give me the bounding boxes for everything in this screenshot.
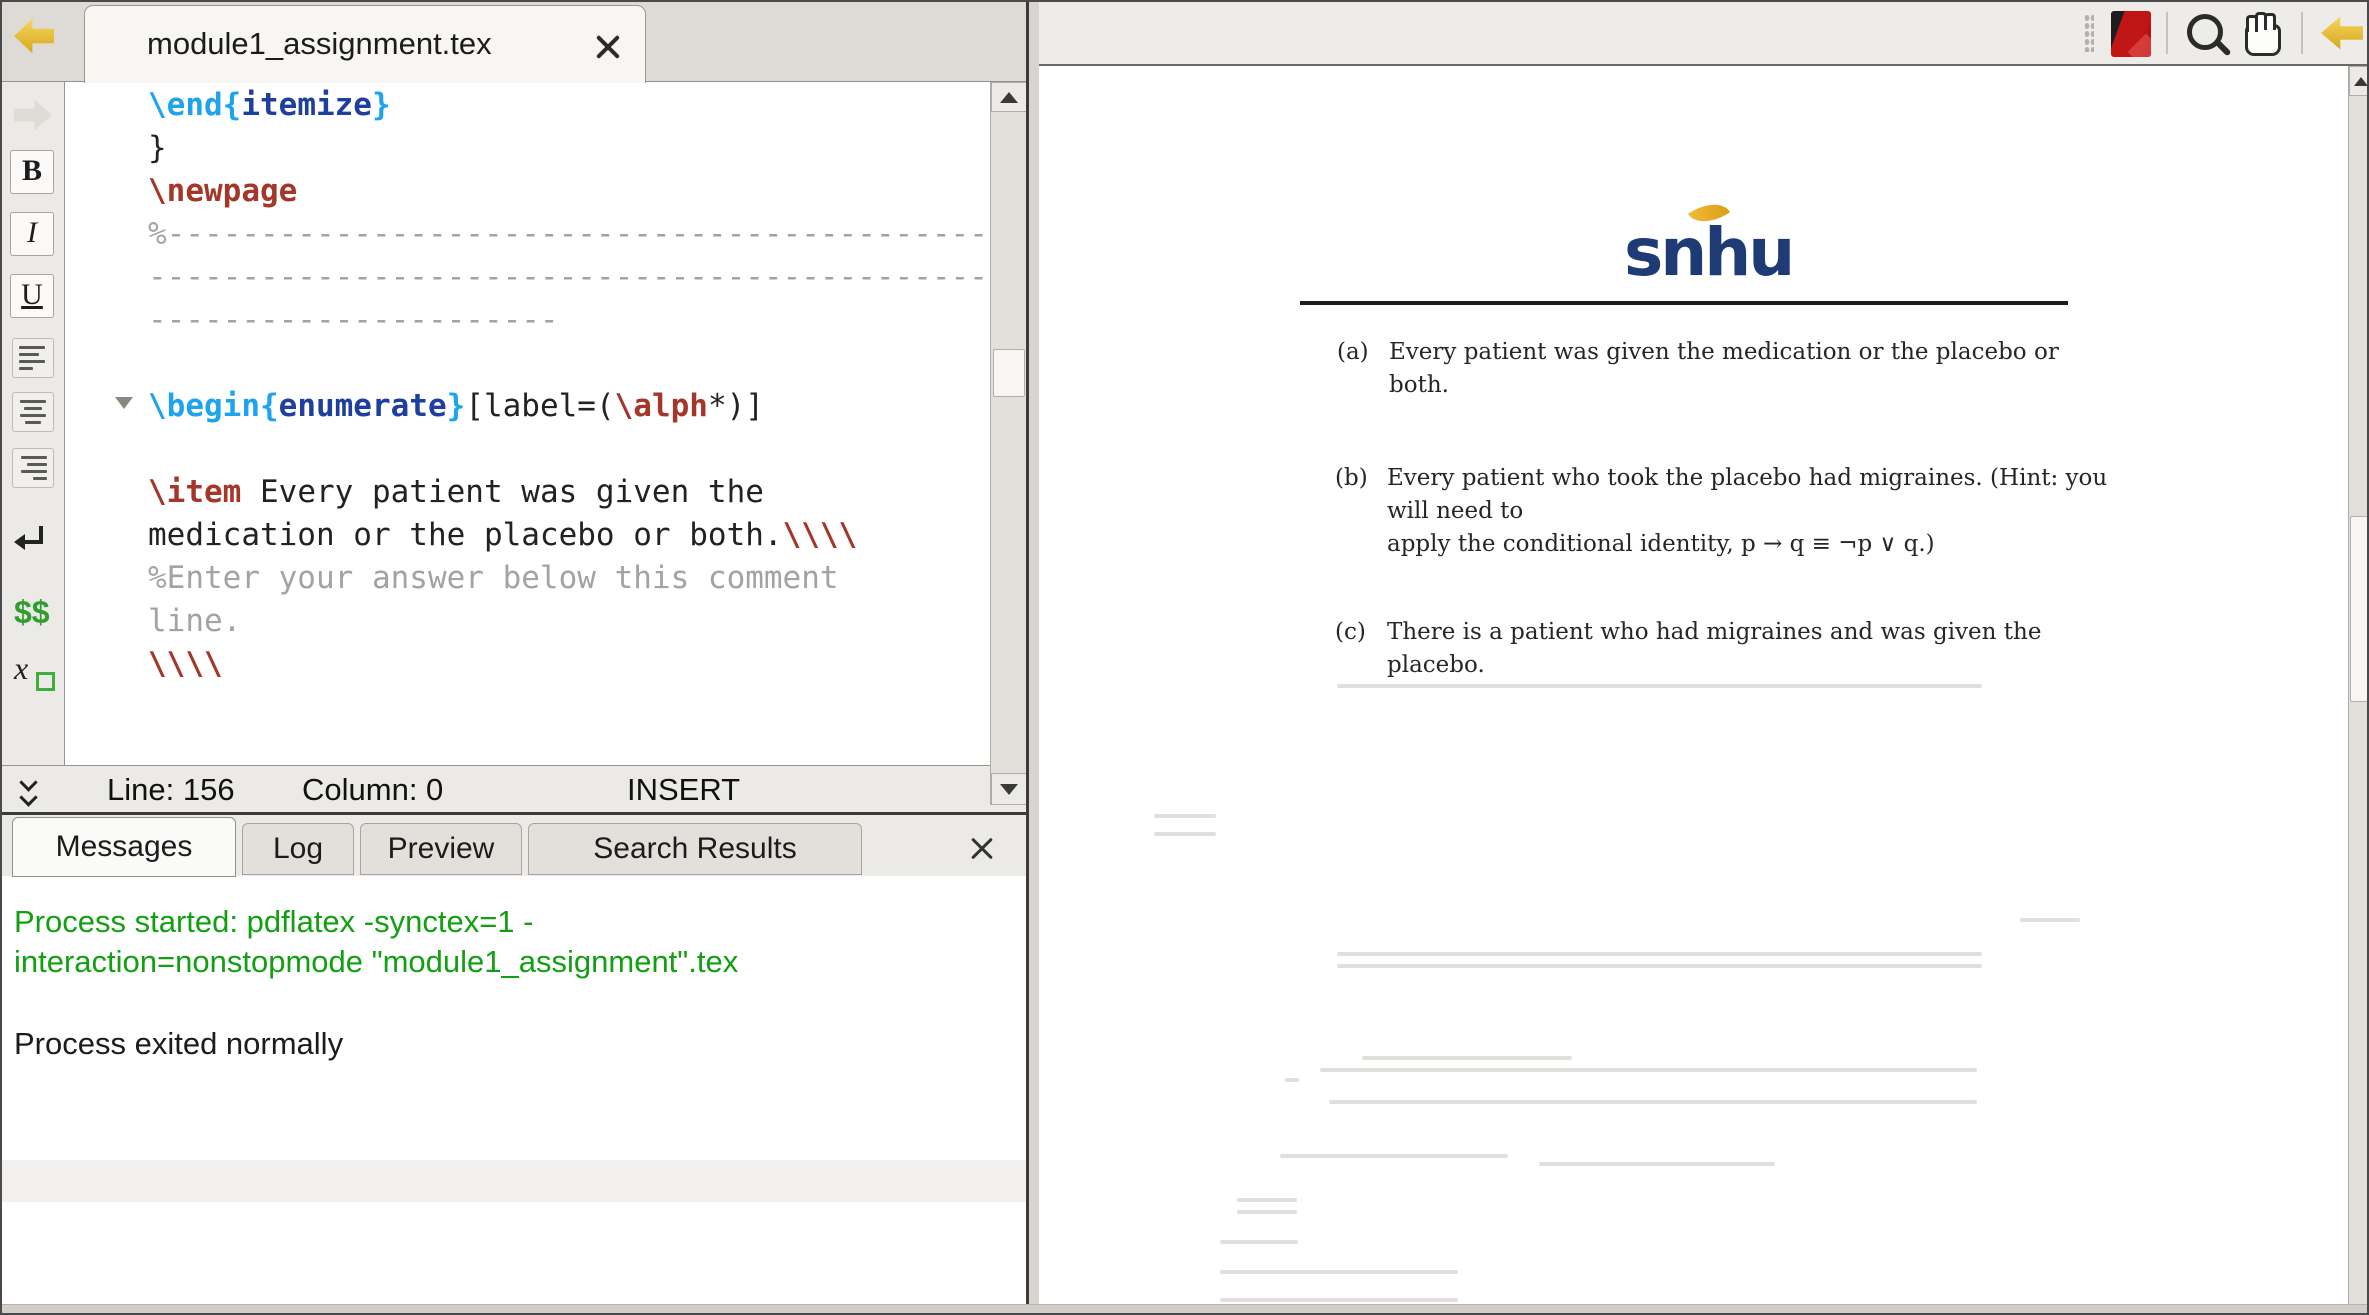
tab-log[interactable]: Log [242, 823, 354, 875]
code-line[interactable] [148, 729, 991, 765]
editor-scrollbar-thumb[interactable] [993, 349, 1025, 397]
faint-text-line [1362, 1056, 1572, 1060]
faint-text-line [1337, 952, 1982, 956]
toolbar-overflow-chevron-icon[interactable] [22, 776, 35, 804]
pdf-item-b: (b) Every patient who took the placebo h… [1335, 462, 2115, 561]
back-arrow-icon[interactable] [14, 18, 54, 54]
code-line[interactable] [148, 342, 991, 385]
scroll-up-icon[interactable] [991, 82, 1027, 112]
code-line[interactable]: %---------------------------------------… [148, 213, 991, 256]
toolbar-grip-handle[interactable] [2084, 14, 2094, 52]
pdf-document-icon[interactable] [2111, 11, 2151, 57]
pdf-scrollbar-thumb[interactable] [2350, 516, 2369, 702]
editor-status-bar: Line: 156 Column: 0 INSERT [2, 765, 990, 813]
scroll-down-icon[interactable] [991, 773, 1027, 805]
code-line[interactable]: \newpage [148, 170, 991, 213]
code-editor[interactable]: \end{itemize}}\newpage%-----------------… [64, 82, 991, 765]
faint-text-line [1337, 964, 1982, 968]
faint-text-line [1220, 1270, 1458, 1274]
newline-icon[interactable] [14, 526, 48, 556]
messages-output: Process started: pdflatex -synctex=1 -in… [2, 876, 1026, 1304]
code-line[interactable]: ---------------------- [148, 299, 991, 342]
faint-text-line [1329, 1100, 1977, 1104]
align-center-icon[interactable] [12, 392, 54, 432]
code-line[interactable] [148, 428, 991, 471]
underline-button[interactable]: U [10, 274, 54, 318]
tab-close-icon[interactable] [593, 30, 623, 60]
window-bottom-edge [2, 1304, 2369, 1315]
pdf-scroll-up-icon[interactable] [2349, 66, 2369, 96]
pdf-page[interactable]: snhu (a) Every patient was given the med… [1039, 66, 2348, 1304]
code-line[interactable]: \\\\ [148, 643, 991, 686]
pdf-item-a: (a) Every patient was given the medicati… [1337, 336, 2117, 402]
math-mode-icon[interactable]: $$ [14, 594, 50, 631]
texmaker-window: module1_assignment.tex B I U $$ x \end{i… [0, 0, 2369, 1315]
messages-close-icon[interactable] [968, 833, 996, 861]
zoom-magnifier-icon[interactable] [2187, 14, 2223, 50]
code-line[interactable] [148, 686, 991, 729]
status-line: Line: 156 [107, 772, 235, 808]
jump-back-icon[interactable] [2321, 16, 2363, 50]
fold-marker-icon[interactable] [115, 397, 133, 409]
tab-search-results[interactable]: Search Results [528, 823, 862, 875]
faint-text-line [1237, 1210, 1297, 1214]
tab-module1-assignment[interactable]: module1_assignment.tex [84, 5, 646, 83]
messages-scroll-strip [2, 1160, 1026, 1202]
snhu-logo: snhu [1624, 214, 1792, 291]
code-line[interactable]: medication or the placebo or both.\\\\ [148, 514, 991, 557]
bold-button[interactable]: B [10, 150, 54, 194]
code-line[interactable]: ----------------------------------------… [148, 256, 991, 299]
faint-text-line [1237, 1198, 1297, 1202]
process-message: Process started: pdflatex -synctex=1 - [14, 902, 738, 942]
messages-tab-bar: Messages Log Preview Search Results [2, 815, 1026, 877]
pdf-item-c: (c) There is a patient who had migraines… [1335, 616, 2115, 682]
tab-title: module1_assignment.tex [147, 26, 492, 62]
faint-text-line [1220, 1298, 1458, 1302]
faint-text-line [1337, 684, 1982, 688]
pan-hand-icon[interactable] [2245, 24, 2281, 56]
header-rule [1300, 301, 2068, 305]
pane-splitter-gap [1029, 2, 1039, 1315]
code-text[interactable]: \end{itemize}}\newpage%-----------------… [148, 84, 991, 765]
faint-text-line [1285, 1078, 1299, 1082]
code-line[interactable]: \begin{enumerate}[label=(\alph*)] [148, 385, 991, 428]
forward-arrow-icon-disabled [14, 99, 52, 131]
pdf-viewer-toolbar: of 7 100% [1039, 2, 2369, 66]
italic-button[interactable]: I [10, 212, 54, 256]
align-left-icon[interactable] [12, 338, 54, 378]
editor-scrollbar[interactable] [990, 82, 1026, 805]
code-line[interactable]: line. [148, 600, 991, 643]
faint-text-line [1220, 1240, 1298, 1244]
faint-text-line [1539, 1162, 1775, 1166]
align-right-icon[interactable] [12, 448, 54, 488]
faint-text-line [2020, 918, 2080, 922]
process-message: interaction=nonstopmode "module1_assignm… [14, 942, 738, 982]
status-mode: INSERT [627, 772, 740, 808]
tab-messages[interactable]: Messages [12, 817, 236, 877]
subscript-icon[interactable]: x [14, 650, 28, 687]
status-column: Column: 0 [302, 772, 443, 808]
faint-text-line [1154, 814, 1216, 818]
code-line[interactable]: \end{itemize} [148, 84, 991, 127]
faint-text-line [1280, 1154, 1508, 1158]
code-line[interactable]: } [148, 127, 991, 170]
faint-text-line [1320, 1068, 1977, 1072]
tab-preview[interactable]: Preview [360, 823, 522, 875]
code-line[interactable]: %Enter your answer below this comment [148, 557, 991, 600]
process-message: Process exited normally [14, 1024, 738, 1064]
code-line[interactable]: \item Every patient was given the [148, 471, 991, 514]
pdf-scrollbar[interactable] [2348, 66, 2369, 1304]
faint-text-line [1154, 832, 1216, 836]
